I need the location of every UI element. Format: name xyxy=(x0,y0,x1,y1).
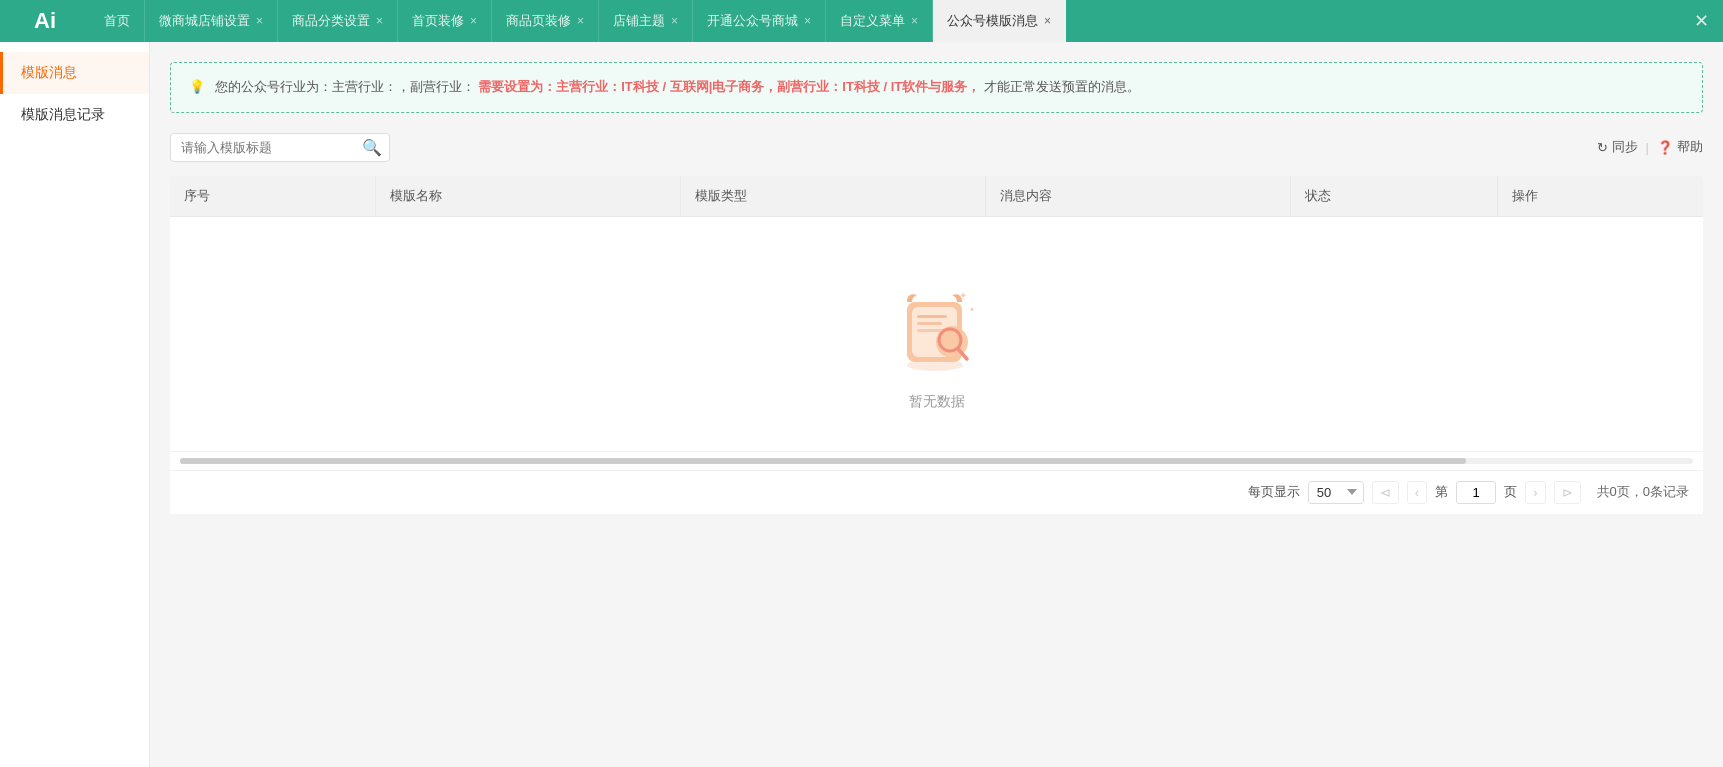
scrollbar-track[interactable] xyxy=(180,458,1693,464)
svg-text:✦: ✦ xyxy=(969,306,975,313)
notice-suffix: 才能正常发送预置的消息。 xyxy=(984,79,1140,94)
search-bar: 🔍 ↻ 同步 | ❓ 帮助 xyxy=(170,133,1703,162)
nav-tab-custom-menu[interactable]: 自定义菜单× xyxy=(826,0,933,42)
tab-close-store-theme[interactable]: × xyxy=(671,14,678,28)
table-header: 序号模版名称模版类型消息内容状态操作 xyxy=(170,176,1703,217)
sidebar: 模版消息模版消息记录 xyxy=(0,42,150,767)
col-header-content: 消息内容 xyxy=(985,176,1290,217)
svg-text:✦: ✦ xyxy=(959,290,967,301)
toolbar-divider: | xyxy=(1646,140,1649,155)
help-button[interactable]: ❓ 帮助 xyxy=(1657,138,1703,156)
search-input-wrap: 🔍 xyxy=(170,133,390,162)
empty-icon: ✦ ✦ xyxy=(887,277,987,377)
nav-tab-open-mall[interactable]: 开通公众号商城× xyxy=(693,0,826,42)
page-suffix: 页 xyxy=(1504,483,1517,501)
top-nav: Ai 首页微商城店铺设置×商品分类设置×首页装修×商品页装修×店铺主题×开通公众… xyxy=(0,0,1723,42)
svg-rect-3 xyxy=(917,315,947,318)
col-header-type: 模版类型 xyxy=(680,176,985,217)
data-table: 序号模版名称模版类型消息内容状态操作 xyxy=(170,176,1703,451)
sidebar-item-template-message[interactable]: 模版消息 xyxy=(0,52,149,94)
table-body: ✦ ✦ 暂无数据 xyxy=(170,216,1703,451)
next-page-button[interactable]: › xyxy=(1525,481,1545,504)
notice-box: 💡 您的公众号行业为：主营行业：，副营行业： 需要设置为：主营行业：IT科技 /… xyxy=(170,62,1703,113)
search-input[interactable] xyxy=(170,133,390,162)
sync-icon: ↻ xyxy=(1597,140,1608,155)
empty-row: ✦ ✦ 暂无数据 xyxy=(170,216,1703,451)
notice-prefix: 您的公众号行业为：主营行业：，副营行业： xyxy=(215,79,475,94)
content-area: 💡 您的公众号行业为：主营行业：，副营行业： 需要设置为：主营行业：IT科技 /… xyxy=(150,42,1723,767)
sidebar-item-template-message-log[interactable]: 模版消息记录 xyxy=(0,94,149,136)
sync-label: 同步 xyxy=(1612,138,1638,156)
nav-tab-product-category[interactable]: 商品分类设置× xyxy=(278,0,398,42)
tab-close-homepage-decor[interactable]: × xyxy=(470,14,477,28)
logo: Ai xyxy=(0,0,90,42)
table-header-row: 序号模版名称模版类型消息内容状态操作 xyxy=(170,176,1703,217)
prev-page-button[interactable]: ‹ xyxy=(1407,481,1427,504)
empty-state: ✦ ✦ 暂无数据 xyxy=(170,217,1703,451)
page-number-input[interactable] xyxy=(1456,481,1496,504)
first-page-button[interactable]: ⊲ xyxy=(1372,481,1399,504)
table-wrapper: 序号模版名称模版类型消息内容状态操作 xyxy=(170,176,1703,514)
tab-close-open-mall[interactable]: × xyxy=(804,14,811,28)
nav-tab-product-page-decor[interactable]: 商品页装修× xyxy=(492,0,599,42)
tab-close-custom-menu[interactable]: × xyxy=(911,14,918,28)
notice-highlight: 需要设置为：主营行业：IT科技 / 互联网|电子商务，副营行业：IT科技 / I… xyxy=(478,79,980,94)
nav-tab-wsc-settings[interactable]: 微商城店铺设置× xyxy=(145,0,278,42)
scrollbar-thumb xyxy=(180,458,1466,464)
col-header-action: 操作 xyxy=(1498,176,1703,217)
tab-close-product-page-decor[interactable]: × xyxy=(577,14,584,28)
total-info: 共0页，0条记录 xyxy=(1597,483,1689,501)
nav-tab-home[interactable]: 首页 xyxy=(90,0,145,42)
notice-icon: 💡 xyxy=(189,79,205,94)
sync-button[interactable]: ↻ 同步 xyxy=(1597,138,1638,156)
tab-close-product-category[interactable]: × xyxy=(376,14,383,28)
per-page-label: 每页显示 xyxy=(1248,483,1300,501)
search-button[interactable]: 🔍 xyxy=(362,138,382,157)
tab-close-wsc-settings[interactable]: × xyxy=(256,14,263,28)
pagination-bar: 每页显示 102050100 ⊲ ‹ 第 页 › ⊳ 共0页，0条记录 xyxy=(170,470,1703,514)
nav-tab-store-theme[interactable]: 店铺主题× xyxy=(599,0,693,42)
close-all-tabs-button[interactable]: ✕ xyxy=(1680,10,1723,32)
nav-tabs: 首页微商城店铺设置×商品分类设置×首页装修×商品页装修×店铺主题×开通公众号商城… xyxy=(90,0,1680,42)
help-label: 帮助 xyxy=(1677,138,1703,156)
col-header-seq: 序号 xyxy=(170,176,375,217)
last-page-button[interactable]: ⊳ xyxy=(1554,481,1581,504)
scrollbar-area xyxy=(170,451,1703,470)
nav-tab-template-msg[interactable]: 公众号模版消息× xyxy=(933,0,1066,42)
empty-text: 暂无数据 xyxy=(190,393,1683,411)
col-header-status: 状态 xyxy=(1291,176,1498,217)
tab-close-template-msg[interactable]: × xyxy=(1044,14,1051,28)
per-page-select[interactable]: 102050100 xyxy=(1308,481,1364,504)
toolbar-right: ↻ 同步 | ❓ 帮助 xyxy=(1597,138,1703,156)
col-header-name: 模版名称 xyxy=(375,176,680,217)
main-layout: 模版消息模版消息记录 💡 您的公众号行业为：主营行业：，副营行业： 需要设置为：… xyxy=(0,42,1723,767)
nav-tab-homepage-decor[interactable]: 首页装修× xyxy=(398,0,492,42)
svg-rect-4 xyxy=(917,322,942,325)
page-label: 第 xyxy=(1435,483,1448,501)
help-icon: ❓ xyxy=(1657,140,1673,155)
